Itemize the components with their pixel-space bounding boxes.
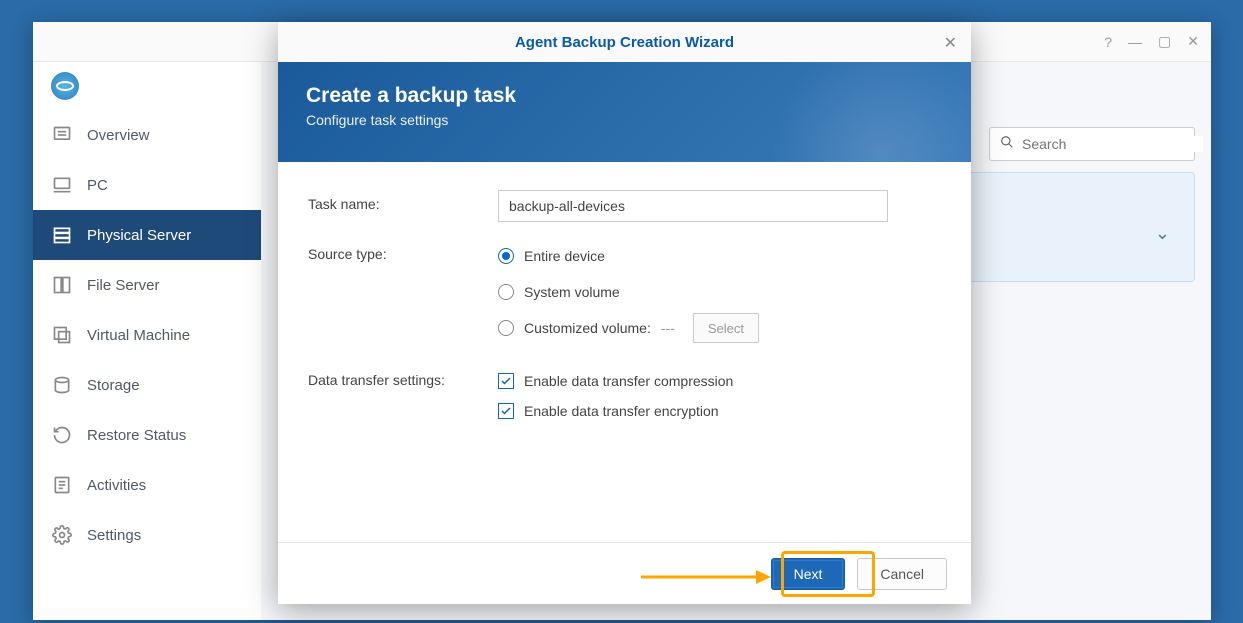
sidebar-item-storage[interactable]: Storage <box>33 360 261 410</box>
restore-icon <box>51 424 73 446</box>
sidebar-item-pc[interactable]: PC <box>33 160 261 210</box>
task-name-label: Task name: <box>308 190 498 222</box>
activities-icon <box>51 474 73 496</box>
next-button[interactable]: Next <box>771 558 846 590</box>
select-volume-button[interactable]: Select <box>693 313 759 343</box>
search-box[interactable] <box>989 127 1195 161</box>
vm-icon <box>51 324 73 346</box>
minimize-icon[interactable]: — <box>1128 34 1142 50</box>
close-icon[interactable]: ✕ <box>944 33 957 53</box>
sidebar-item-label: Physical Server <box>87 227 191 244</box>
transfer-settings-label: Data transfer settings: <box>308 366 498 426</box>
sidebar-item-label: Overview <box>87 127 150 144</box>
modal-body: Task name: Source type: Entire device Sy… <box>278 162 971 542</box>
annotation-arrow <box>641 567 771 592</box>
search-icon <box>1000 135 1014 154</box>
checkbox-compression[interactable] <box>498 373 514 389</box>
gear-icon <box>51 524 73 546</box>
checkbox-compression-label: Enable data transfer compression <box>524 373 733 389</box>
checkbox-encryption-label: Enable data transfer encryption <box>524 403 719 419</box>
overview-icon <box>51 124 73 146</box>
radio-entire-device[interactable] <box>498 248 514 264</box>
sidebar-item-physical-server[interactable]: Physical Server <box>33 210 261 260</box>
chevron-down-icon[interactable]: ⌄ <box>1155 223 1170 244</box>
sidebar-item-virtual-machine[interactable]: Virtual Machine <box>33 310 261 360</box>
sidebar-item-activities[interactable]: Activities <box>33 460 261 510</box>
modal-header: Create a backup task Configure task sett… <box>278 62 971 162</box>
sidebar-item-label: Settings <box>87 527 141 544</box>
sidebar: Overview PC Physical Server File Server … <box>33 62 261 620</box>
storage-icon <box>51 374 73 396</box>
help-icon[interactable]: ? <box>1104 34 1112 50</box>
sidebar-item-settings[interactable]: Settings <box>33 510 261 560</box>
source-type-label: Source type: <box>308 240 498 348</box>
sidebar-item-label: Activities <box>87 477 146 494</box>
radio-system-volume-label: System volume <box>524 284 620 300</box>
modal-titlebar: Agent Backup Creation Wizard ✕ <box>278 22 971 62</box>
maximize-icon[interactable]: ▢ <box>1158 33 1171 50</box>
checkbox-encryption[interactable] <box>498 403 514 419</box>
radio-custom-volume[interactable] <box>498 320 514 336</box>
modal-title: Agent Backup Creation Wizard <box>515 34 734 51</box>
search-input[interactable] <box>1022 136 1203 152</box>
sidebar-item-label: Virtual Machine <box>87 327 190 344</box>
modal-heading: Create a backup task <box>306 84 943 108</box>
radio-system-volume[interactable] <box>498 284 514 300</box>
modal-subheading: Configure task settings <box>306 112 943 128</box>
task-name-input[interactable] <box>498 190 888 222</box>
radio-entire-device-label: Entire device <box>524 248 605 264</box>
cancel-button[interactable]: Cancel <box>857 558 947 590</box>
sidebar-item-label: PC <box>87 177 108 194</box>
wizard-modal: Agent Backup Creation Wizard ✕ Create a … <box>278 22 971 604</box>
modal-footer: Next Cancel <box>278 542 971 604</box>
pc-icon <box>51 174 73 196</box>
custom-volume-value: --- <box>661 320 675 336</box>
close-window-icon[interactable]: ✕ <box>1187 33 1199 50</box>
sidebar-item-label: Storage <box>87 377 140 394</box>
sidebar-item-file-server[interactable]: File Server <box>33 260 261 310</box>
radio-custom-volume-label: Customized volume: <box>524 320 651 336</box>
sidebar-item-label: Restore Status <box>87 427 186 444</box>
file-server-icon <box>51 274 73 296</box>
sidebar-item-overview[interactable]: Overview <box>33 110 261 160</box>
sidebar-item-label: File Server <box>87 277 160 294</box>
sidebar-item-restore-status[interactable]: Restore Status <box>33 410 261 460</box>
app-logo-icon <box>51 72 79 100</box>
server-icon <box>51 224 73 246</box>
